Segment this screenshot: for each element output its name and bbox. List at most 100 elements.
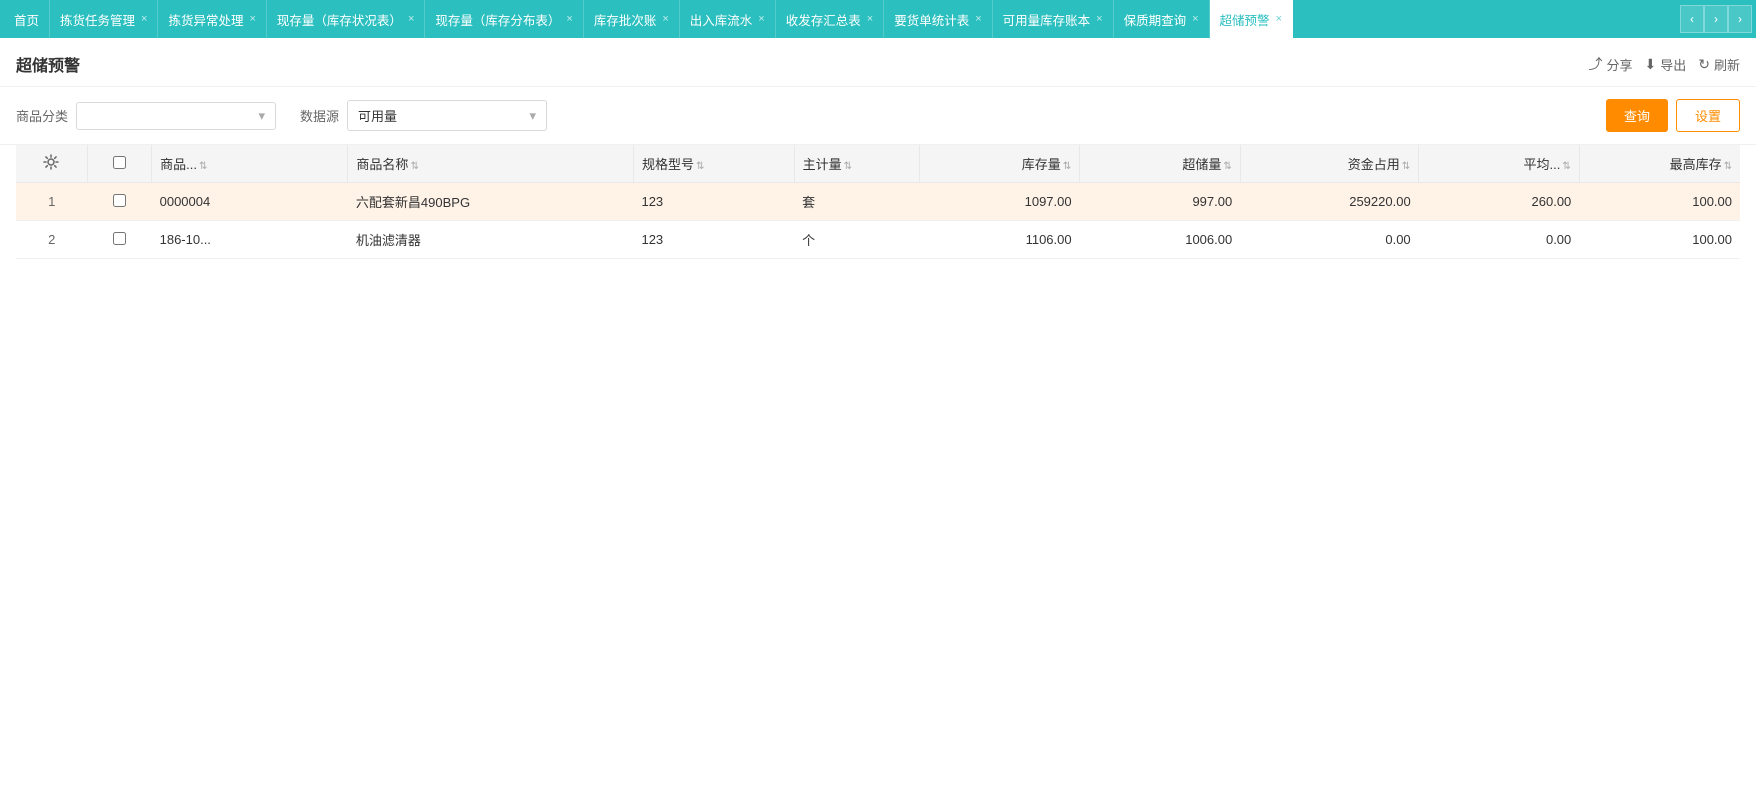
th-name[interactable]: 商品名称⇅ [348, 145, 634, 183]
datasource-select[interactable]: 可用量 ▾ [347, 100, 547, 131]
nav-tab-close-icon[interactable]: × [758, 13, 764, 25]
cell-spec: 123 [633, 183, 794, 221]
sort-maxstock-icon: ⇅ [1724, 161, 1732, 172]
table-body: 1 0000004 六配套新昌490BPG 123 套 1097.00 997.… [16, 183, 1740, 259]
nav-tab-close-icon[interactable]: × [662, 13, 668, 25]
th-spec[interactable]: 规格型号⇅ [633, 145, 794, 183]
nav-tab-close-icon[interactable]: × [867, 13, 873, 25]
th-avg[interactable]: 平均...⇅ [1419, 145, 1580, 183]
th-unit[interactable]: 主计量⇅ [794, 145, 919, 183]
nav-tab-8[interactable]: 要货单统计表× [884, 0, 992, 38]
cell-code: 0000004 [152, 183, 348, 221]
nav-tab-label: 首页 [14, 10, 39, 29]
cell-over: 1006.00 [1080, 221, 1241, 259]
data-table: 商品...⇅ 商品名称⇅ 规格型号⇅ 主计量⇅ 库存量⇅ 超 [16, 145, 1740, 259]
top-nav: 首页拣货任务管理×拣货异常处理×现存量（库存状况表）×现存量（库存分布表）×库存… [0, 0, 1756, 38]
nav-tab-close-icon[interactable]: × [566, 13, 572, 25]
cell-check[interactable] [87, 221, 151, 259]
nav-tab-close-icon[interactable]: × [249, 13, 255, 25]
sort-avg-icon: ⇅ [1562, 161, 1570, 172]
page-content: 超储预警 ⤴ 分享 ⬇ 导出 ↻ 刷新 商品分类 ▾ 数据源 [0, 38, 1756, 800]
category-arrow-icon: ▾ [258, 108, 265, 124]
nav-tab-9[interactable]: 可用量库存账本 × [993, 0, 1114, 38]
header-actions: ⤴ 分享 ⬇ 导出 ↻ 刷新 [1588, 54, 1740, 74]
nav-tab-3[interactable]: 现存量（库存状况表）× [267, 0, 425, 38]
nav-tab-10[interactable]: 保质期查询× [1114, 0, 1210, 38]
page-header: 超储预警 ⤴ 分享 ⬇ 导出 ↻ 刷新 [0, 38, 1756, 87]
nav-tab-label: 拣货异常处理 [168, 10, 243, 29]
th-capital[interactable]: 资金占用⇅ [1240, 145, 1418, 183]
sort-stock-icon: ⇅ [1063, 161, 1071, 172]
nav-tab-label: 拣货任务管理 [60, 10, 135, 29]
table-check-all-header[interactable] [87, 145, 151, 183]
filter-row: 商品分类 ▾ 数据源 可用量 ▾ 查询 设置 [0, 87, 1756, 145]
cell-over: 997.00 [1080, 183, 1241, 221]
table-header-row: 商品...⇅ 商品名称⇅ 规格型号⇅ 主计量⇅ 库存量⇅ 超 [16, 145, 1740, 183]
table-header: 商品...⇅ 商品名称⇅ 规格型号⇅ 主计量⇅ 库存量⇅ 超 [16, 145, 1740, 183]
th-over[interactable]: 超储量⇅ [1080, 145, 1241, 183]
check-all-checkbox[interactable] [113, 156, 126, 169]
table-wrapper: 商品...⇅ 商品名称⇅ 规格型号⇅ 主计量⇅ 库存量⇅ 超 [0, 145, 1756, 259]
settings-button[interactable]: 设置 [1676, 99, 1740, 132]
nav-tab-6[interactable]: 出入库流水 × [680, 0, 776, 38]
share-button[interactable]: ⤴ 分享 [1588, 54, 1632, 74]
th-code[interactable]: 商品...⇅ [152, 145, 348, 183]
nav-more-btn[interactable]: › [1728, 5, 1752, 33]
export-icon: ⬇ [1645, 56, 1657, 73]
refresh-button[interactable]: ↻ 刷新 [1698, 55, 1740, 74]
th-stock[interactable]: 库存量⇅ [919, 145, 1080, 183]
table-settings-icon-header[interactable] [16, 145, 87, 183]
nav-tab-11[interactable]: 超储预警× [1210, 0, 1293, 38]
cell-name: 机油滤清器 [348, 221, 634, 259]
cell-avg: 0.00 [1419, 221, 1580, 259]
cell-maxstock: 100.00 [1579, 221, 1740, 259]
cell-name: 六配套新昌490BPG [348, 183, 634, 221]
datasource-arrow-icon: ▾ [530, 108, 537, 124]
category-filter: 商品分类 ▾ [16, 102, 276, 130]
nav-tab-close-icon[interactable]: × [141, 13, 147, 25]
cell-check[interactable] [87, 183, 151, 221]
nav-tab-4[interactable]: 现存量（库存分布表）× [425, 0, 583, 38]
category-select[interactable]: ▾ [76, 102, 276, 130]
th-maxstock[interactable]: 最高库存⇅ [1579, 145, 1740, 183]
cell-capital: 259220.00 [1240, 183, 1418, 221]
nav-tab-close-icon[interactable]: × [408, 13, 414, 25]
cell-spec: 123 [633, 221, 794, 259]
row-checkbox[interactable] [113, 232, 126, 245]
nav-tab-label: 可用量库存账本 [1003, 10, 1091, 29]
nav-next-btn[interactable]: › [1704, 5, 1728, 33]
datasource-label: 数据源 [300, 106, 339, 125]
sort-name-icon: ⇅ [410, 161, 418, 172]
nav-arrows: ‹ › › [1680, 5, 1752, 33]
row-checkbox[interactable] [113, 194, 126, 207]
nav-tab-close-icon[interactable]: × [1096, 13, 1102, 25]
sort-code-icon: ⇅ [199, 161, 207, 172]
page-title: 超储预警 [16, 52, 80, 76]
nav-tab-close-icon[interactable]: × [1276, 13, 1282, 25]
cell-unit: 个 [794, 221, 919, 259]
nav-tab-close-icon[interactable]: × [1192, 13, 1198, 25]
cell-code: 186-10... [152, 221, 348, 259]
sort-spec-icon: ⇅ [696, 161, 704, 172]
nav-tab-0[interactable]: 首页 [4, 0, 50, 38]
query-button[interactable]: 查询 [1606, 99, 1668, 132]
nav-tab-close-icon[interactable]: × [975, 13, 981, 25]
cell-maxstock: 100.00 [1579, 183, 1740, 221]
nav-tab-7[interactable]: 收发存汇总表× [776, 0, 884, 38]
cell-stock: 1106.00 [919, 221, 1080, 259]
nav-tab-1[interactable]: 拣货任务管理 × [50, 0, 158, 38]
table-row: 2 186-10... 机油滤清器 123 个 1106.00 1006.00 … [16, 221, 1740, 259]
nav-tab-label: 出入库流水 [690, 10, 753, 29]
nav-tab-2[interactable]: 拣货异常处理 × [158, 0, 266, 38]
nav-tab-label: 库存批次账 [594, 10, 657, 29]
nav-prev-btn[interactable]: ‹ [1680, 5, 1704, 33]
cell-capital: 0.00 [1240, 221, 1418, 259]
filter-buttons: 查询 设置 [1606, 99, 1740, 132]
cell-avg: 260.00 [1419, 183, 1580, 221]
nav-tab-5[interactable]: 库存批次账 × [584, 0, 680, 38]
table-row: 1 0000004 六配套新昌490BPG 123 套 1097.00 997.… [16, 183, 1740, 221]
cell-stock: 1097.00 [919, 183, 1080, 221]
category-label: 商品分类 [16, 106, 68, 125]
export-button[interactable]: ⬇ 导出 [1645, 55, 1687, 74]
sort-over-icon: ⇅ [1223, 161, 1231, 172]
